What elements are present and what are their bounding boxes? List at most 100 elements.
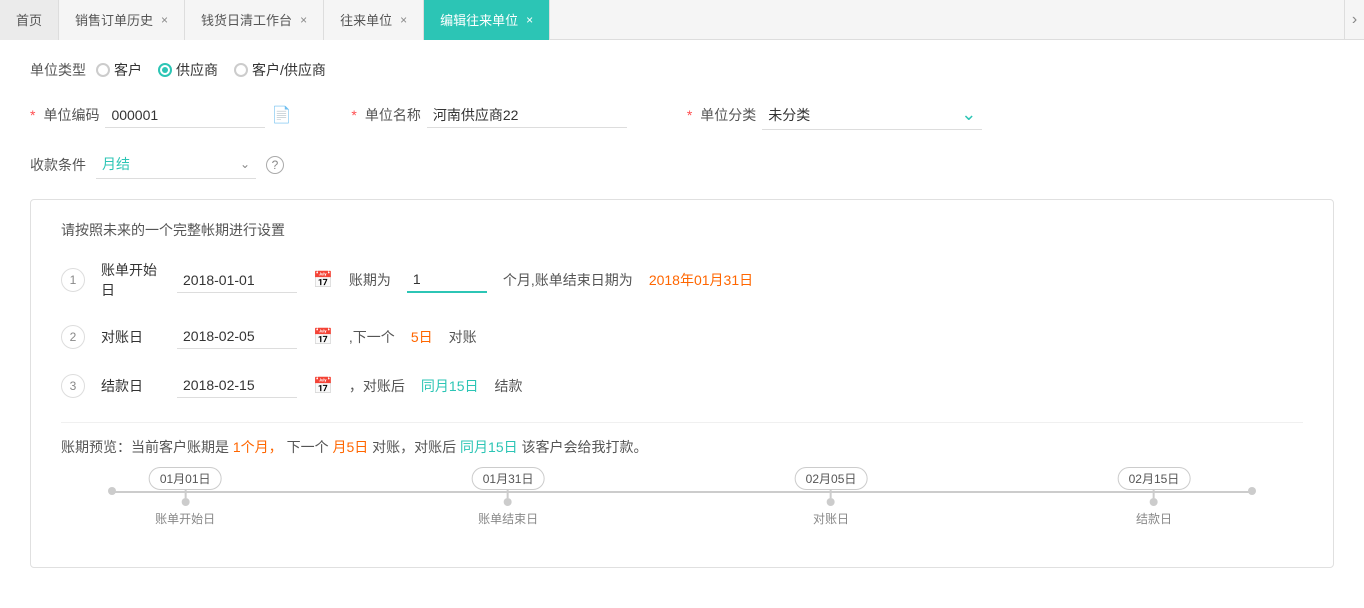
preview-label: 账期预览：当前客户账期是 <box>61 439 229 455</box>
unit-category-label: 单位分类 <box>700 105 756 125</box>
reconcile-desc-post: 对账 <box>449 327 477 347</box>
payment-terms-row: 收款条件 月结 ⌄ ? <box>30 150 1334 179</box>
radio-customer-label: 客户 <box>114 60 142 80</box>
tl-label-3: 对账日 <box>813 510 849 527</box>
unit-code-icon[interactable]: 📄 <box>271 105 291 125</box>
period-label: 账期为 <box>349 270 391 290</box>
tl-label-2: 账单结束日 <box>478 510 538 527</box>
settings-card: 请按照未来的一个完整帐期进行设置 1 账单开始日 📅 账期为 个月,账单结束日期… <box>30 199 1334 568</box>
start-date-input[interactable] <box>177 268 297 293</box>
unit-name-input[interactable] <box>427 103 627 128</box>
preview-pay-date: 同月15日 <box>460 439 518 455</box>
row-num-1: 1 <box>61 268 85 292</box>
period-input[interactable] <box>407 267 487 293</box>
tl-badge-2: 01月31日 <box>472 467 545 490</box>
payment-terms-arrow-icon: ⌄ <box>240 157 250 171</box>
tl-badge-4: 02月15日 <box>1118 467 1191 490</box>
row-num-3: 3 <box>61 374 85 398</box>
main-content: 单位类型 客户 供应商 客户/供应商 * 单位编码 📄 * <box>0 40 1364 608</box>
unit-code-group: * 单位编码 📄 <box>30 103 291 128</box>
tab-daily-work-label: 钱货日清工作台 <box>201 10 292 29</box>
tl-dot-4 <box>1150 498 1158 506</box>
preview-reconcile-pre: 下一个 <box>287 439 329 455</box>
tab-partners[interactable]: 往来单位 × <box>324 0 424 40</box>
tab-edit-partner-close[interactable]: × <box>526 13 533 27</box>
radio-both-circle <box>234 63 248 77</box>
reconcile-highlight: 5日 <box>411 327 433 347</box>
row-label-2: 对账日 <box>101 327 161 347</box>
tl-connector-2 <box>507 490 509 498</box>
timeline-wrapper: 01月01日 账单开始日 01月31日 账单结束日 02月05日 <box>61 467 1303 547</box>
row-label-1: 账单开始日 <box>101 260 161 300</box>
payment-highlight: 同月15日 <box>421 376 479 396</box>
tab-bar: 首页 销售订单历史 × 钱货日清工作台 × 往来单位 × 编辑往来单位 × › <box>0 0 1364 40</box>
preview-section: 账期预览：当前客户账期是 1个月， 下一个 月5日 对账，对账后 同月15日 该… <box>61 422 1303 457</box>
radio-supplier[interactable]: 供应商 <box>158 60 218 80</box>
radio-both-label: 客户/供应商 <box>252 60 326 80</box>
unit-category-value: 未分类 <box>768 105 961 125</box>
preview-suffix: 该客户会给我打款。 <box>522 439 648 455</box>
reconcile-date-input[interactable] <box>177 324 297 349</box>
unit-type-radio-group: 客户 供应商 客户/供应商 <box>96 60 326 80</box>
payment-terms-dropdown[interactable]: 月结 ⌄ <box>96 150 256 179</box>
radio-customer[interactable]: 客户 <box>96 60 142 80</box>
settings-row-2: 2 对账日 📅 ,下一个 5日 对账 <box>61 324 1303 349</box>
tab-sales-history[interactable]: 销售订单历史 × <box>59 0 185 40</box>
preview-period: 1个月， <box>233 439 283 455</box>
tab-edit-partner[interactable]: 编辑往来单位 × <box>424 0 550 40</box>
start-date-cal-icon[interactable]: 📅 <box>313 270 333 290</box>
end-date-highlight: 2018年01月31日 <box>649 270 753 290</box>
radio-both[interactable]: 客户/供应商 <box>234 60 326 80</box>
tab-home-label: 首页 <box>16 10 42 29</box>
tl-dot-1 <box>181 498 189 506</box>
tab-sales-history-label: 销售订单历史 <box>75 10 153 29</box>
unit-code-input[interactable] <box>105 103 265 128</box>
tl-badge-1: 01月01日 <box>149 467 222 490</box>
tab-partners-close[interactable]: × <box>400 13 407 27</box>
preview-text: 账期预览：当前客户账期是 1个月， 下一个 月5日 对账，对账后 同月15日 该… <box>61 439 648 455</box>
tab-daily-work[interactable]: 钱货日清工作台 × <box>185 0 324 40</box>
timeline-line <box>111 491 1254 493</box>
tl-label-4: 结款日 <box>1136 510 1172 527</box>
tl-dot-left <box>108 487 116 495</box>
radio-supplier-circle <box>158 63 172 77</box>
unit-category-dropdown[interactable]: 未分类 ⌄ <box>762 100 982 130</box>
payment-desc-pre: ，对账后 <box>349 376 405 396</box>
unit-name-label: 单位名称 <box>365 105 421 125</box>
tl-point-1: 01月01日 账单开始日 <box>149 467 222 527</box>
tab-daily-work-close[interactable]: × <box>300 13 307 27</box>
radio-customer-circle <box>96 63 110 77</box>
unit-category-arrow: ⌄ <box>961 104 976 125</box>
unit-code-label: 单位编码 <box>43 105 99 125</box>
unit-info-row: * 单位编码 📄 * 单位名称 * 单位分类 未分类 ⌄ <box>30 100 1334 130</box>
payment-date-cal-icon[interactable]: 📅 <box>313 376 333 396</box>
reconcile-date-cal-icon[interactable]: 📅 <box>313 327 333 347</box>
payment-terms-label: 收款条件 <box>30 155 86 175</box>
tab-sales-history-close[interactable]: × <box>161 13 168 27</box>
tl-connector-3 <box>830 490 832 498</box>
tl-point-3: 02月05日 对账日 <box>795 467 868 527</box>
settings-row-3: 3 结款日 📅 ，对账后 同月15日 结款 <box>61 373 1303 398</box>
tl-point-2: 01月31日 账单结束日 <box>472 467 545 527</box>
radio-supplier-label: 供应商 <box>176 60 218 80</box>
unit-category-group: * 单位分类 未分类 ⌄ <box>687 100 982 130</box>
preview-reconcile-post: 对账，对账后 <box>372 439 456 455</box>
tl-dot-right <box>1248 487 1256 495</box>
tab-partners-label: 往来单位 <box>340 10 392 29</box>
unit-code-star: * <box>30 107 35 123</box>
unit-name-group: * 单位名称 <box>351 103 626 128</box>
payment-terms-help-icon[interactable]: ? <box>266 156 284 174</box>
row-label-3: 结款日 <box>101 376 161 396</box>
reconcile-desc-pre: ,下一个 <box>349 327 395 347</box>
payment-desc-post: 结款 <box>495 376 523 396</box>
tl-connector-1 <box>184 490 186 498</box>
tl-badge-3: 02月05日 <box>795 467 868 490</box>
tl-dot-2 <box>504 498 512 506</box>
tl-connector-4 <box>1153 490 1155 498</box>
tab-arrow[interactable]: › <box>1344 0 1364 40</box>
tab-home[interactable]: 首页 <box>0 0 59 40</box>
payment-terms-value: 月结 <box>102 154 130 174</box>
payment-date-input[interactable] <box>177 373 297 398</box>
row-num-2: 2 <box>61 325 85 349</box>
unit-category-star: * <box>687 107 692 123</box>
